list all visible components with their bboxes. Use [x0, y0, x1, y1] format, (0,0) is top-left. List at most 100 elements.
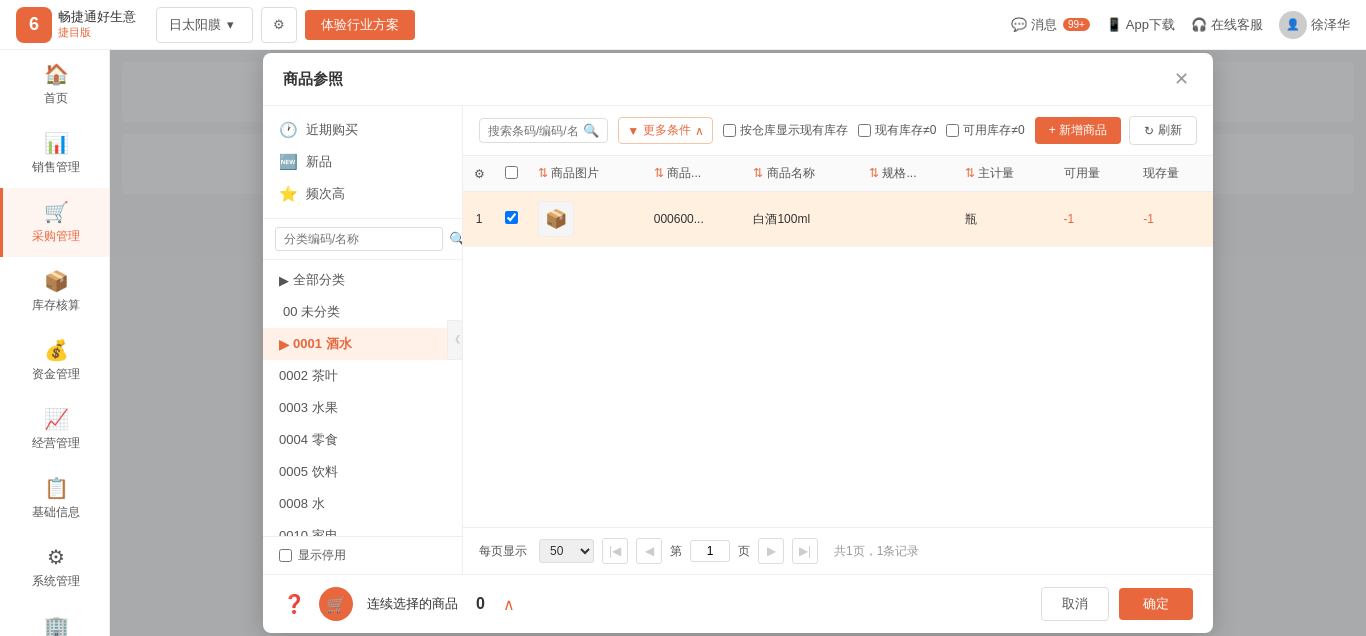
user-menu[interactable]: 👤 徐泽华 — [1279, 11, 1350, 39]
sidebar-item-enterprise[interactable]: 🏢 企业协同 — [0, 602, 109, 636]
brand-name: 畅捷通好生意 — [58, 9, 136, 26]
service-button[interactable]: 🎧 在线客服 — [1191, 16, 1263, 34]
sidebar-label-basic: 基础信息 — [32, 504, 80, 521]
product-search-icon[interactable]: 🔍 — [583, 123, 599, 138]
current-stock-checkbox[interactable] — [858, 124, 871, 137]
collapse-panel-button[interactable]: 《 — [447, 320, 463, 360]
category-0004[interactable]: 0004 零食 — [263, 424, 462, 456]
category-search-icon[interactable]: 🔍 — [449, 231, 463, 247]
sidebar-item-ops[interactable]: 📈 经营管理 — [0, 395, 109, 464]
product-image: 📦 — [538, 201, 574, 237]
try-industry-button[interactable]: 体验行业方案 — [305, 10, 415, 40]
current-stock-filter[interactable]: 现有库存≠0 — [858, 122, 936, 139]
filter-label: 更多条件 — [643, 122, 691, 139]
page-prev-button[interactable]: ◀ — [636, 538, 662, 564]
cancel-button[interactable]: 取消 — [1041, 587, 1109, 621]
nav-right: 💬 消息 99+ 📱 App下载 🎧 在线客服 👤 徐泽华 — [1011, 11, 1350, 39]
category-00-label: 00 未分类 — [283, 303, 340, 321]
inventory-icon: 📦 — [44, 269, 69, 293]
warehouse-stock-label: 按仓库显示现有库存 — [740, 122, 848, 139]
category-0002[interactable]: 0002 茶叶 — [263, 360, 462, 392]
refresh-button[interactable]: ↻ 刷新 — [1129, 116, 1197, 145]
row-checkbox-cell[interactable] — [495, 192, 528, 247]
page-last-button[interactable]: ▶| — [792, 538, 818, 564]
product-search-bar: 🔍 — [479, 118, 608, 143]
col-spec: ⇅ 规格... — [859, 156, 955, 192]
toolbar-right: + 新增商品 ↻ 刷新 — [1035, 116, 1197, 145]
product-reference-dialog: 商品参照 ✕ 🕐 近期购买 🆕 — [263, 53, 1213, 633]
col-settings[interactable]: ⚙ — [463, 156, 495, 192]
cart-button[interactable]: 🛒 — [319, 587, 353, 621]
category-search-input[interactable] — [275, 227, 443, 251]
row-stock-cell: -1 — [1133, 192, 1213, 247]
dialog-close-button[interactable]: ✕ — [1169, 67, 1193, 91]
category-00[interactable]: 00 未分类 — [263, 296, 462, 328]
add-product-button[interactable]: + 新增商品 — [1035, 117, 1121, 144]
more-filters-button[interactable]: ▼ 更多条件 ∧ — [618, 117, 713, 144]
footer-collapse-icon[interactable]: ∧ — [503, 595, 515, 614]
sales-icon: 📊 — [44, 131, 69, 155]
category-0008-label: 0008 水 — [279, 495, 325, 513]
continuous-select-label: 连续选择的商品 — [367, 595, 458, 613]
clock-icon: 🕐 — [279, 121, 298, 139]
sidebar-item-finance[interactable]: 💰 资金管理 — [0, 326, 109, 395]
expand-all-icon: ▶ — [279, 273, 289, 288]
sidebar-item-purchase[interactable]: 🛒 采购管理 — [0, 188, 109, 257]
help-icon[interactable]: ❓ — [283, 593, 305, 615]
col-product-img: ⇅ 商品图片 — [528, 156, 644, 192]
ops-icon: 📈 — [44, 407, 69, 431]
page-size-select[interactable]: 50 100 200 — [539, 539, 594, 563]
sidebar-label-ops: 经营管理 — [32, 435, 80, 452]
sidebar-item-inventory[interactable]: 📦 库存核算 — [0, 257, 109, 326]
category-0010-label: 0010 家电 — [279, 527, 338, 536]
category-0001[interactable]: ▶ 0001 酒水 — [263, 328, 462, 360]
page-input[interactable] — [690, 540, 730, 562]
quick-nav-new[interactable]: 🆕 新品 — [263, 146, 462, 178]
category-0003[interactable]: 0003 水果 — [263, 392, 462, 424]
finance-icon: 💰 — [44, 338, 69, 362]
product-search-input[interactable] — [488, 124, 577, 138]
available-stock-checkbox[interactable] — [946, 124, 959, 137]
col-product-name: ⇅ 商品名称 — [743, 156, 859, 192]
table-row[interactable]: 1 📦 000600... 白酒100ml — [463, 192, 1213, 247]
dialog-footer: ❓ 🛒 连续选择的商品 0 ∧ 取消 确定 — [263, 574, 1213, 633]
current-stock-label: 现有库存≠0 — [875, 122, 936, 139]
filter-icon: ▼ — [627, 124, 639, 138]
page-next-button[interactable]: ▶ — [758, 538, 784, 564]
nav-selector[interactable]: 日太阳膜 ▾ — [156, 7, 253, 43]
row-checkbox[interactable] — [505, 211, 518, 224]
category-0005[interactable]: 0005 饮料 — [263, 456, 462, 488]
warehouse-stock-filter[interactable]: 按仓库显示现有库存 — [723, 122, 848, 139]
col-select-all[interactable] — [495, 156, 528, 192]
col-unit-sort-icon: ⇅ — [965, 166, 975, 180]
category-0010[interactable]: 0010 家电 — [263, 520, 462, 536]
modal-overlay: 商品参照 ✕ 🕐 近期购买 🆕 — [110, 50, 1366, 636]
brand-sub: 捷目版 — [58, 25, 136, 40]
top-nav: 6 畅捷通好生意 捷目版 日太阳膜 ▾ ⚙ 体验行业方案 💬 消息 99+ 📱 … — [0, 0, 1366, 50]
sidebar-item-system[interactable]: ⚙ 系统管理 — [0, 533, 109, 602]
select-all-checkbox[interactable] — [505, 166, 518, 179]
sidebar-label-inventory: 库存核算 — [32, 297, 80, 314]
quick-nav-recent[interactable]: 🕐 近期购买 — [263, 114, 462, 146]
warehouse-stock-checkbox[interactable] — [723, 124, 736, 137]
category-0005-label: 0005 饮料 — [279, 463, 338, 481]
sidebar-item-basic[interactable]: 📋 基础信息 — [0, 464, 109, 533]
available-stock-filter[interactable]: 可用库存≠0 — [946, 122, 1024, 139]
basic-icon: 📋 — [44, 476, 69, 500]
sidebar-label-finance: 资金管理 — [32, 366, 80, 383]
show-disabled-checkbox[interactable] — [279, 549, 292, 562]
category-all[interactable]: ▶ 全部分类 — [263, 264, 462, 296]
confirm-button[interactable]: 确定 — [1119, 588, 1193, 620]
sidebar-item-sales[interactable]: 📊 销售管理 — [0, 119, 109, 188]
page-first-button[interactable]: |◀ — [602, 538, 628, 564]
message-button[interactable]: 💬 消息 99+ — [1011, 16, 1090, 34]
settings-button[interactable]: ⚙ — [261, 7, 297, 43]
quick-nav-frequent[interactable]: ⭐ 频次高 — [263, 178, 462, 210]
system-icon: ⚙ — [47, 545, 65, 569]
sidebar-item-home[interactable]: 🏠 首页 — [0, 50, 109, 119]
app-download-button[interactable]: 📱 App下载 — [1106, 16, 1175, 34]
dialog-header: 商品参照 ✕ — [263, 53, 1213, 106]
row-code-cell: 000600... — [644, 192, 744, 247]
new-icon: 🆕 — [279, 153, 298, 171]
category-0008[interactable]: 0008 水 — [263, 488, 462, 520]
